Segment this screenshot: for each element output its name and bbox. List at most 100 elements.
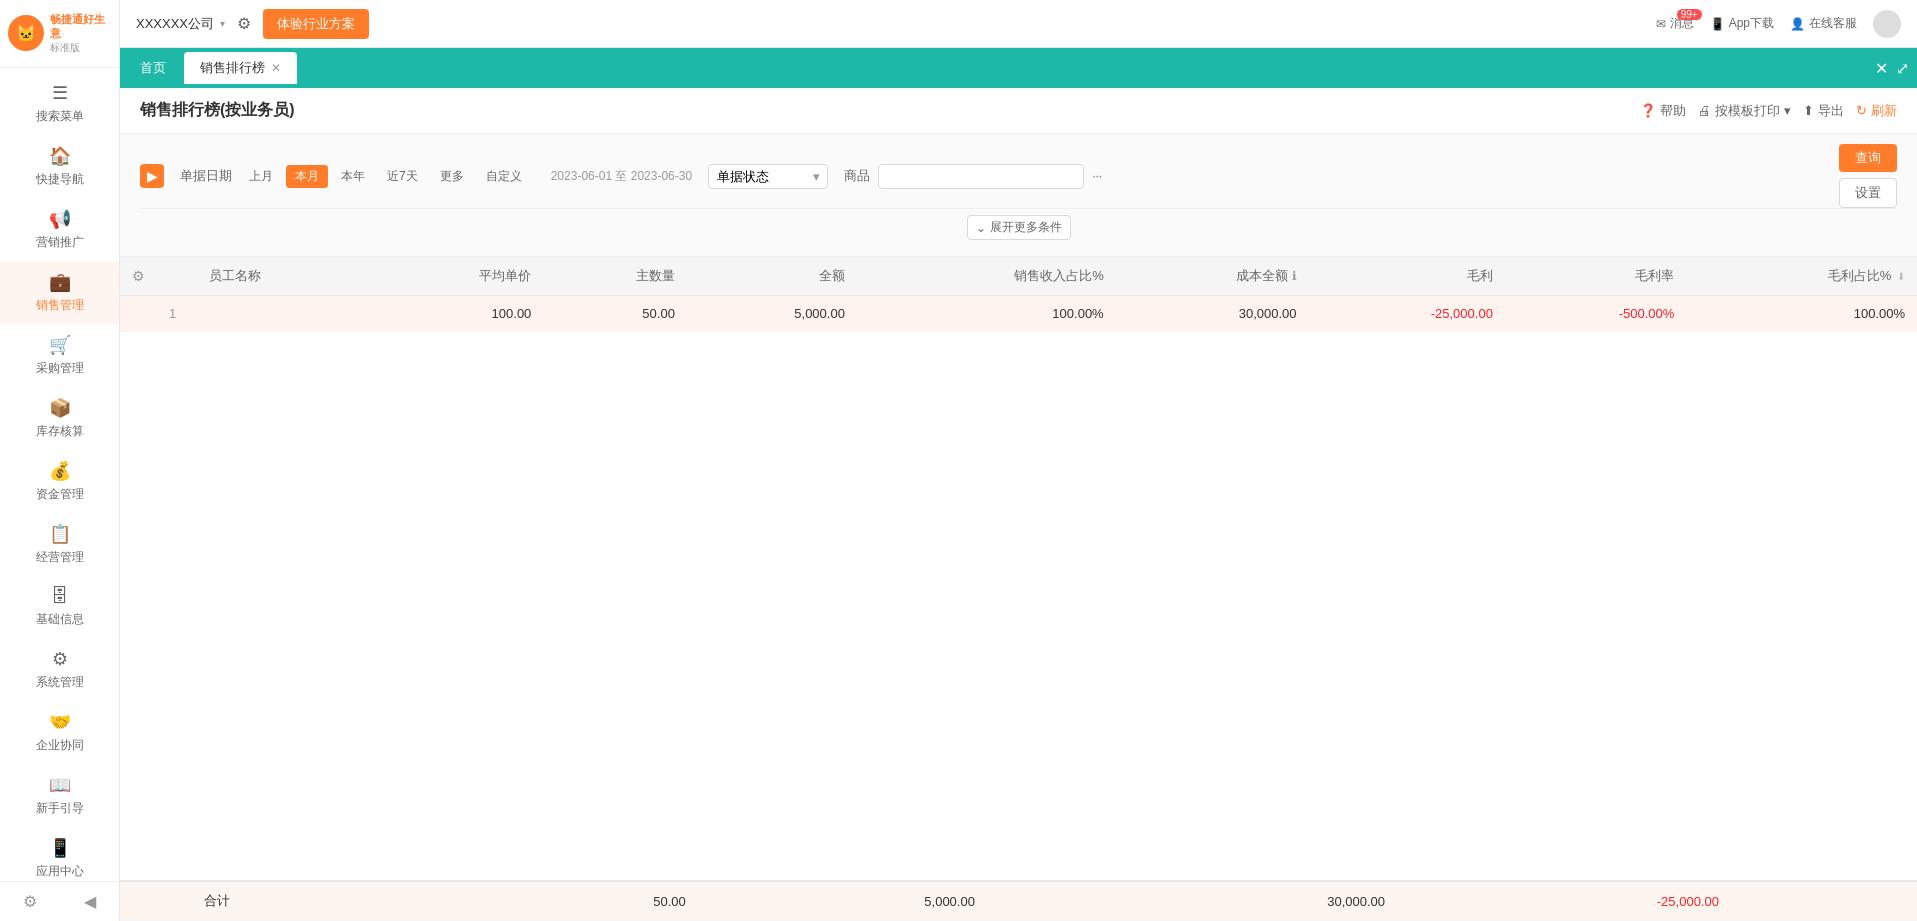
topbar-service-btn[interactable]: 👤 在线客服 [1790,15,1857,32]
footer-table: 合计 50.00 5,000.00 30,000.00 -25,000.00 [120,882,1917,921]
topbar-msg-btn[interactable]: ✉ 消息 99+ [1656,15,1694,32]
export-label: 导出 [1818,102,1844,120]
date-tab-more[interactable]: 更多 [431,165,473,188]
footer-sales-pct [987,882,1080,921]
footer-cost: 30,000.00 [1080,882,1397,921]
table-body: 1 100.00 50.00 5,000.00 100.00% 30,000.0… [120,296,1917,332]
sidebar-icon: 🤝 [49,711,71,733]
tab-close-window-icon[interactable]: ✕ [1875,59,1888,78]
th-qty: 主数量 [543,257,687,296]
td-gross-rate: -500.00% [1505,296,1687,332]
goods-input[interactable] [878,164,1084,189]
sidebar-item-经营管理[interactable]: 📋经营管理 [0,513,119,576]
sidebar-item-销售管理[interactable]: 💼销售管理 [0,261,119,324]
th-rank [157,257,197,296]
page-header: 销售排行榜(按业务员) ❓ 帮助 🖨 按模板打印 ▾ ⬆ 导出 ↻ 刷新 [120,88,1917,134]
topbar-app-btn[interactable]: 📱 App下载 [1710,15,1774,32]
filter-bar: ▶ 单据日期 上月 本月 本年 近7天 更多 自定义 2023-06-01 至 … [120,134,1917,257]
sidebar-item-label: 经营管理 [36,549,84,566]
trial-btn[interactable]: 体验行业方案 [263,9,369,39]
gross-pct-sort-icon[interactable]: ⬇ [1897,271,1905,282]
help-btn[interactable]: ❓ 帮助 [1640,102,1686,120]
sidebar-nav: ☰搜索菜单🏠快捷导航📢营销推广💼销售管理🛒采购管理 📦 库存核算 💰资金管理📋经营管理… [0,68,119,881]
sidebar: 🐱 畅捷通好生意 标准版 ☰搜索菜单🏠快捷导航📢营销推广💼销售管理🛒采购管理📦库… [0,0,120,921]
sidebar-icon: 📦 [49,397,71,419]
expand-down-icon: ⌄ [976,221,986,235]
footer-gross-rate [1731,882,1824,921]
tab-expand-icon[interactable]: ⤢ [1896,59,1909,78]
sales-table: ⚙ 员工名称 平均单价 主数量 全额 销售收入占比% 成本全额 ℹ 毛利 毛利率 [120,257,1917,332]
sidebar-item-采购管理[interactable]: 🛒采购管理 [0,324,119,387]
refresh-icon: ↻ [1856,103,1867,118]
topbar: XXXXXX公司 ▾ ⚙ 体验行业方案 ✉ 消息 99+ 📱 App下载 👤 在… [120,0,1917,48]
th-amount: 全额 [687,257,857,296]
date-tab-last-month[interactable]: 上月 [240,165,282,188]
sidebar-item-基础信息[interactable]: 🗄基础信息 [0,576,119,638]
footer-amount: 5,000.00 [698,882,987,921]
status-filter: 单据状态 [708,164,828,189]
date-tab-this-month[interactable]: 本月 [286,165,328,188]
app-label: App下载 [1729,15,1774,32]
date-tab-this-year[interactable]: 本年 [332,165,374,188]
th-gross-rate: 毛利率 [1505,257,1687,296]
sidebar-footer: ⚙ ◀ [0,881,119,921]
th-sales-pct: 销售收入占比% [857,257,1116,296]
print-btn[interactable]: 🖨 按模板打印 ▾ [1698,102,1791,120]
sidebar-item-label: 系统管理 [36,674,84,691]
th-settings: ⚙ [120,257,157,296]
sidebar-icon: 🏠 [49,145,71,167]
tab-close-icon[interactable]: ✕ [271,61,281,75]
page-title: 销售排行榜(按业务员) [140,100,295,121]
sidebar-settings-btn[interactable]: ⚙ [23,892,37,911]
td-gross-pct: 100.00% [1686,296,1917,332]
footer-settings-col [120,882,152,921]
table-footer: 合计 50.00 5,000.00 30,000.00 -25,000.00 [120,880,1917,921]
refresh-btn[interactable]: ↻ 刷新 [1856,102,1897,120]
sidebar-item-快捷导航[interactable]: 🏠快捷导航 [0,135,119,198]
td-gross: -25,000.00 [1309,296,1505,332]
footer-qty: 50.00 [479,882,698,921]
export-btn[interactable]: ⬆ 导出 [1803,102,1844,120]
sidebar-item-系统管理[interactable]: ⚙系统管理 [0,638,119,701]
company-selector[interactable]: XXXXXX公司 ▾ [136,15,225,33]
td-name [197,296,370,332]
sidebar-item-label: 基础信息 [36,611,84,628]
status-select-wrapper: 单据状态 [708,164,828,189]
expand-btn[interactable]: ⌄ 展开更多条件 [967,215,1071,240]
logo-name: 畅捷通好生意 [50,12,111,41]
sidebar-item-新手引导[interactable]: 📖新手引导 [0,764,119,827]
main-area: XXXXXX公司 ▾ ⚙ 体验行业方案 ✉ 消息 99+ 📱 App下载 👤 在… [120,0,1917,921]
sidebar-item-应用中心[interactable]: 📱应用中心 [0,827,119,881]
export-icon: ⬆ [1803,103,1814,118]
topbar-gear-btn[interactable]: ⚙ [237,14,251,33]
sidebar-item-营销推广[interactable]: 📢营销推广 [0,198,119,261]
sidebar-item-资金管理[interactable]: 💰资金管理 [0,450,119,513]
print-arrow-icon: ▾ [1784,103,1791,118]
sidebar-item-库存核算[interactable]: 📦 库存核算 [0,387,119,450]
tabbar: 首页 销售排行榜 ✕ ✕ ⤢ [120,48,1917,88]
sidebar-collapse-btn[interactable]: ◀ [84,892,96,911]
date-tab-7days[interactable]: 近7天 [378,165,427,188]
footer-row: 合计 50.00 5,000.00 30,000.00 -25,000.00 [120,882,1917,921]
date-tab-custom[interactable]: 自定义 [477,165,531,188]
goods-more-btn[interactable]: ··· [1092,169,1102,183]
tab-sales-rank[interactable]: 销售排行榜 ✕ [184,52,297,84]
status-select[interactable]: 单据状态 [708,164,828,189]
settings-btn[interactable]: 设置 [1839,178,1897,208]
sidebar-item-label: 库存核算 [36,423,84,440]
sidebar-icon: 📱 [49,837,71,859]
goods-filter: 商品 ··· [844,164,1102,189]
table-settings-icon[interactable]: ⚙ [132,268,145,284]
sidebar-item-搜索菜单[interactable]: ☰搜索菜单 [0,72,119,135]
th-cost: 成本全额 ℹ [1116,257,1309,296]
help-icon: ❓ [1640,103,1656,118]
filter-toggle-btn[interactable]: ▶ [140,164,164,188]
company-dropdown-icon: ▾ [220,18,225,29]
query-btn[interactable]: 查询 [1839,144,1897,172]
tab-home[interactable]: 首页 [124,52,182,84]
date-range-display: 2023-06-01 至 2023-06-30 [551,168,692,185]
cost-help-icon[interactable]: ℹ [1292,269,1297,283]
goods-filter-label: 商品 [844,167,870,185]
print-label: 按模板打印 [1715,102,1780,120]
sidebar-item-企业协同[interactable]: 🤝企业协同 [0,701,119,764]
